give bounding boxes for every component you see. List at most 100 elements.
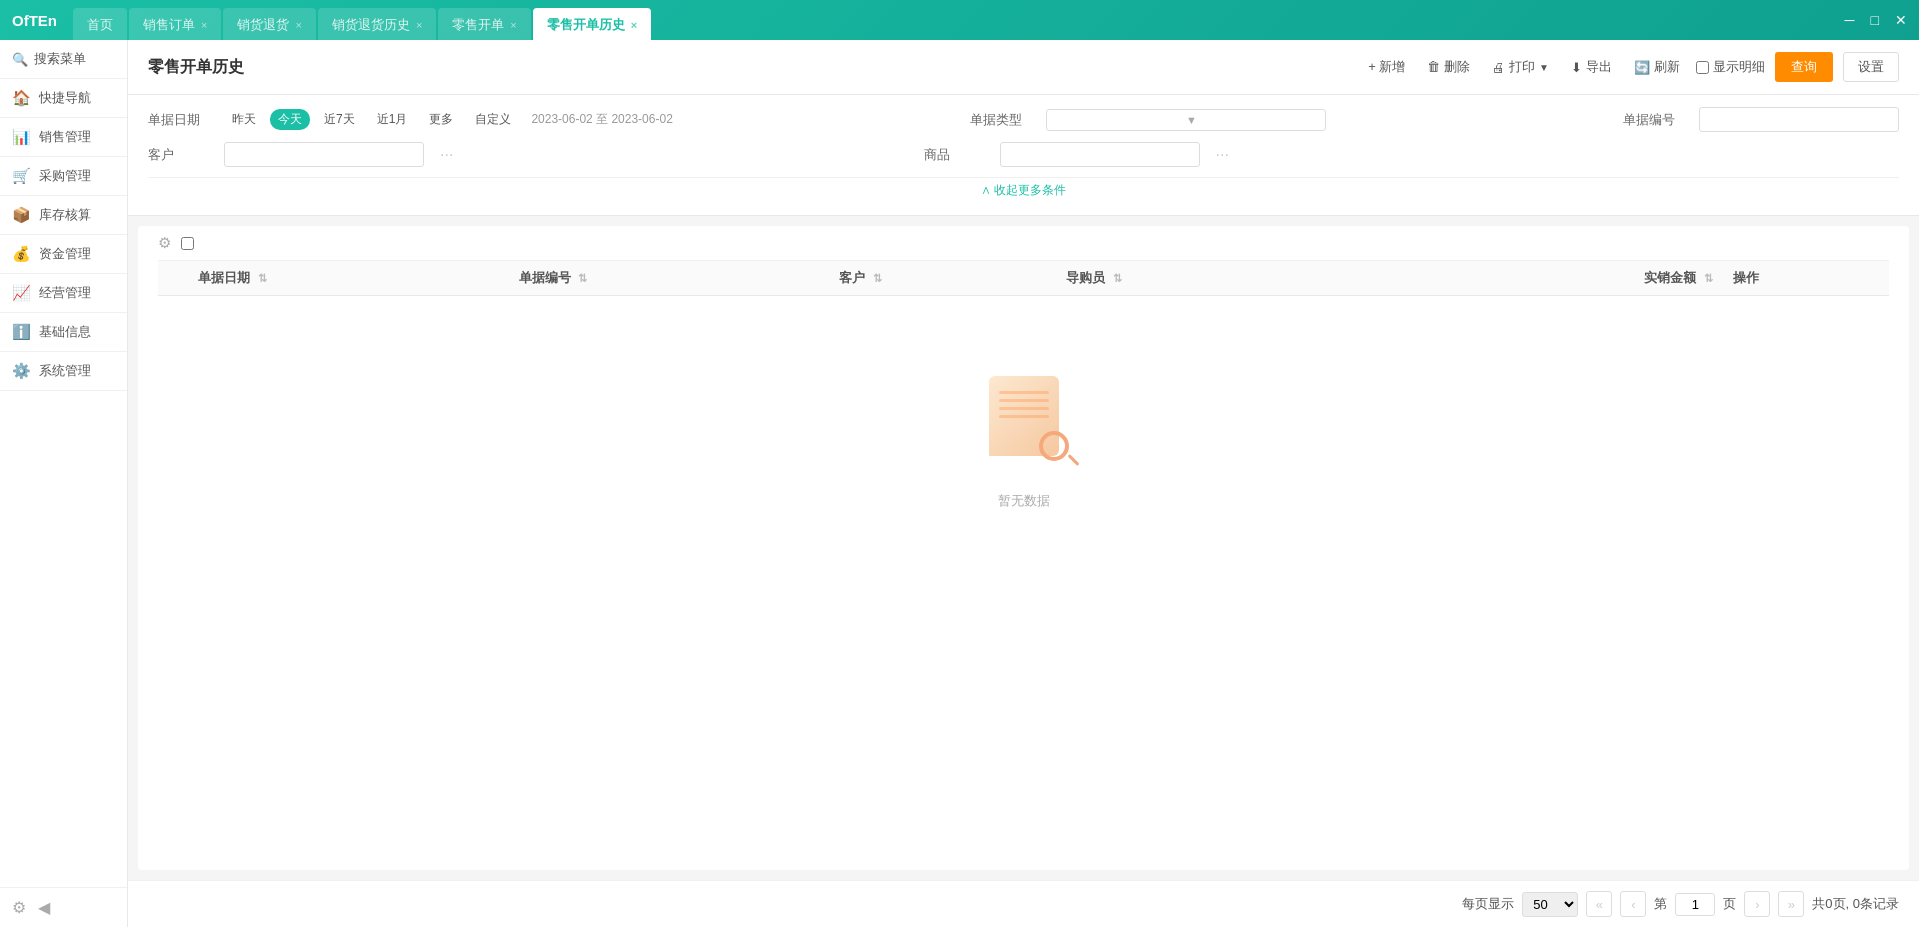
tab-return-close[interactable]: × xyxy=(295,19,301,31)
table-header-row: 单据日期 ⇅ 单据编号 ⇅ 客户 ⇅ 导购员 ⇅ xyxy=(158,261,1889,296)
sidebar-item-basic-info[interactable]: ℹ️ 基础信息 xyxy=(0,313,127,352)
goods-label: 商品 xyxy=(924,146,984,164)
th-amount[interactable]: 实销金额 ⇅ xyxy=(1402,261,1723,296)
tab-retail-order[interactable]: 零售开单 × xyxy=(438,8,530,42)
tab-return-history-close[interactable]: × xyxy=(416,19,422,31)
last-page-btn[interactable]: » xyxy=(1778,891,1804,917)
doc-type-select[interactable]: ▼ xyxy=(1046,109,1326,131)
show-detail-checkbox[interactable] xyxy=(1696,61,1709,74)
th-no[interactable]: 单据编号 ⇅ xyxy=(509,261,830,296)
sidebar-item-inventory[interactable]: 📦 库存核算 xyxy=(0,196,127,235)
tab-retail-order-close[interactable]: × xyxy=(510,19,516,31)
date-btn-today[interactable]: 今天 xyxy=(270,109,310,130)
print-icon: 🖨 xyxy=(1492,60,1505,75)
tab-retail-history-label: 零售开单历史 xyxy=(547,16,625,34)
sidebar-item-finance-label: 资金管理 xyxy=(39,245,91,263)
query-button[interactable]: 查询 xyxy=(1775,52,1833,82)
th-no-sort-icon[interactable]: ⇅ xyxy=(578,272,587,284)
sales-icon: 📊 xyxy=(12,128,31,146)
date-btn-1month[interactable]: 近1月 xyxy=(369,109,416,130)
tab-home[interactable]: 首页 xyxy=(73,8,127,42)
date-range-display: 2023-06-02 至 2023-06-02 xyxy=(531,111,672,128)
sidebar-item-purchase[interactable]: 🛒 采购管理 xyxy=(0,157,127,196)
customer-dots[interactable]: ··· xyxy=(440,146,453,164)
pagination-bar: 每页显示 10 20 50 100 « ‹ 第 1 页 › » 共0页, 0条记… xyxy=(128,880,1919,927)
th-guide[interactable]: 导购员 ⇅ xyxy=(1056,261,1330,296)
page-title: 零售开单历史 xyxy=(148,57,244,78)
sidebar-item-management[interactable]: 📈 经营管理 xyxy=(0,274,127,313)
customer-input[interactable] xyxy=(224,142,424,167)
settings-icon-btn[interactable]: ⚙ xyxy=(12,898,26,917)
prev-page-btn[interactable]: ‹ xyxy=(1620,891,1646,917)
doc-no-input[interactable] xyxy=(1699,107,1899,132)
refresh-button[interactable]: 🔄 刷新 xyxy=(1628,54,1686,80)
empty-icon xyxy=(974,376,1074,476)
th-customer-sort-icon[interactable]: ⇅ xyxy=(873,272,882,284)
data-table: 单据日期 ⇅ 单据编号 ⇅ 客户 ⇅ 导购员 ⇅ xyxy=(158,261,1889,296)
tab-return-label: 销货退货 xyxy=(237,16,289,34)
tab-retail-order-label: 零售开单 xyxy=(452,16,504,34)
goods-dots[interactable]: ··· xyxy=(1216,146,1229,164)
collapse-bar[interactable]: ∧ 收起更多条件 xyxy=(148,177,1899,203)
refresh-icon: 🔄 xyxy=(1634,60,1650,75)
date-btn-7days[interactable]: 近7天 xyxy=(316,109,363,130)
inventory-icon: 📦 xyxy=(12,206,31,224)
tab-return-history[interactable]: 销货退货历史 × xyxy=(318,8,436,42)
th-date-sort-icon[interactable]: ⇅ xyxy=(258,272,267,284)
filter-panel: 单据日期 昨天 今天 近7天 近1月 更多 自定义 2023-06-02 至 2… xyxy=(128,95,1919,216)
doc-type-label: 单据类型 xyxy=(970,111,1030,129)
sidebar-item-purchase-label: 采购管理 xyxy=(39,167,91,185)
window-maximize[interactable]: □ xyxy=(1871,12,1879,28)
page-size-select[interactable]: 10 20 50 100 xyxy=(1522,892,1578,917)
add-button[interactable]: + 新增 xyxy=(1362,54,1411,80)
print-arrow-icon: ▼ xyxy=(1539,62,1549,73)
collapse-icon-btn[interactable]: ◀ xyxy=(38,898,50,917)
settings-button[interactable]: 设置 xyxy=(1843,52,1899,82)
th-guide-sort-icon[interactable]: ⇅ xyxy=(1113,272,1122,284)
sidebar-item-management-label: 经营管理 xyxy=(39,284,91,302)
th-date[interactable]: 单据日期 ⇅ xyxy=(188,261,509,296)
purchase-icon: 🛒 xyxy=(12,167,31,185)
first-page-btn[interactable]: « xyxy=(1586,891,1612,917)
page-label: 第 xyxy=(1654,895,1667,913)
page-number-input[interactable]: 1 xyxy=(1675,893,1715,916)
goods-input[interactable] xyxy=(1000,142,1200,167)
empty-state: 暂无数据 xyxy=(158,296,1889,590)
tab-sales-order-close[interactable]: × xyxy=(201,19,207,31)
sidebar-item-sales-label: 销售管理 xyxy=(39,128,91,146)
tab-retail-history-close[interactable]: × xyxy=(631,19,637,31)
tab-retail-history[interactable]: 零售开单历史 × xyxy=(533,8,651,42)
select-all-checkbox[interactable] xyxy=(181,237,194,250)
tab-sales-order[interactable]: 销售订单 × xyxy=(129,8,221,42)
window-close[interactable]: ✕ xyxy=(1895,12,1907,28)
sidebar: 🔍 搜索菜单 🏠 快捷导航 📊 销售管理 🛒 采购管理 📦 库存核算 💰 资金管… xyxy=(0,40,128,927)
tab-home-label: 首页 xyxy=(87,16,113,34)
show-detail-toggle[interactable]: 显示明细 xyxy=(1696,58,1765,76)
export-button[interactable]: ⬇ 导出 xyxy=(1565,54,1618,80)
date-btn-custom[interactable]: 自定义 xyxy=(467,109,519,130)
tab-return[interactable]: 销货退货 × xyxy=(223,8,315,42)
sidebar-item-finance[interactable]: 💰 资金管理 xyxy=(0,235,127,274)
tabs-bar: 首页 销售订单 × 销货退货 × 销货退货历史 × 零售开单 × 零售开单历史 … xyxy=(73,0,1845,40)
th-amount-sort-icon[interactable]: ⇅ xyxy=(1704,272,1713,284)
magnifier-icon xyxy=(1039,431,1069,461)
table-gear-icon[interactable]: ⚙ xyxy=(158,234,171,252)
finance-icon: 💰 xyxy=(12,245,31,263)
th-customer[interactable]: 客户 ⇅ xyxy=(829,261,1056,296)
print-button[interactable]: 🖨 打印 ▼ xyxy=(1486,54,1555,80)
window-controls: ─ □ ✕ xyxy=(1845,12,1907,28)
date-btn-more[interactable]: 更多 xyxy=(421,109,461,130)
delete-button[interactable]: 🗑 删除 xyxy=(1421,54,1476,80)
window-minimize[interactable]: ─ xyxy=(1845,12,1855,28)
sidebar-search[interactable]: 🔍 搜索菜单 xyxy=(0,40,127,79)
filter-row-2: 客户 ··· 商品 ··· xyxy=(148,142,1899,167)
next-page-btn[interactable]: › xyxy=(1744,891,1770,917)
sidebar-item-basic-info-label: 基础信息 xyxy=(39,323,91,341)
th-amount-label: 实销金额 xyxy=(1644,270,1696,285)
th-guide-label: 导购员 xyxy=(1066,270,1105,285)
sidebar-item-system[interactable]: ⚙️ 系统管理 xyxy=(0,352,127,391)
date-btn-yesterday[interactable]: 昨天 xyxy=(224,109,264,130)
sidebar-item-shortcuts[interactable]: 🏠 快捷导航 xyxy=(0,79,127,118)
sidebar-item-shortcuts-label: 快捷导航 xyxy=(39,89,91,107)
sidebar-item-sales[interactable]: 📊 销售管理 xyxy=(0,118,127,157)
